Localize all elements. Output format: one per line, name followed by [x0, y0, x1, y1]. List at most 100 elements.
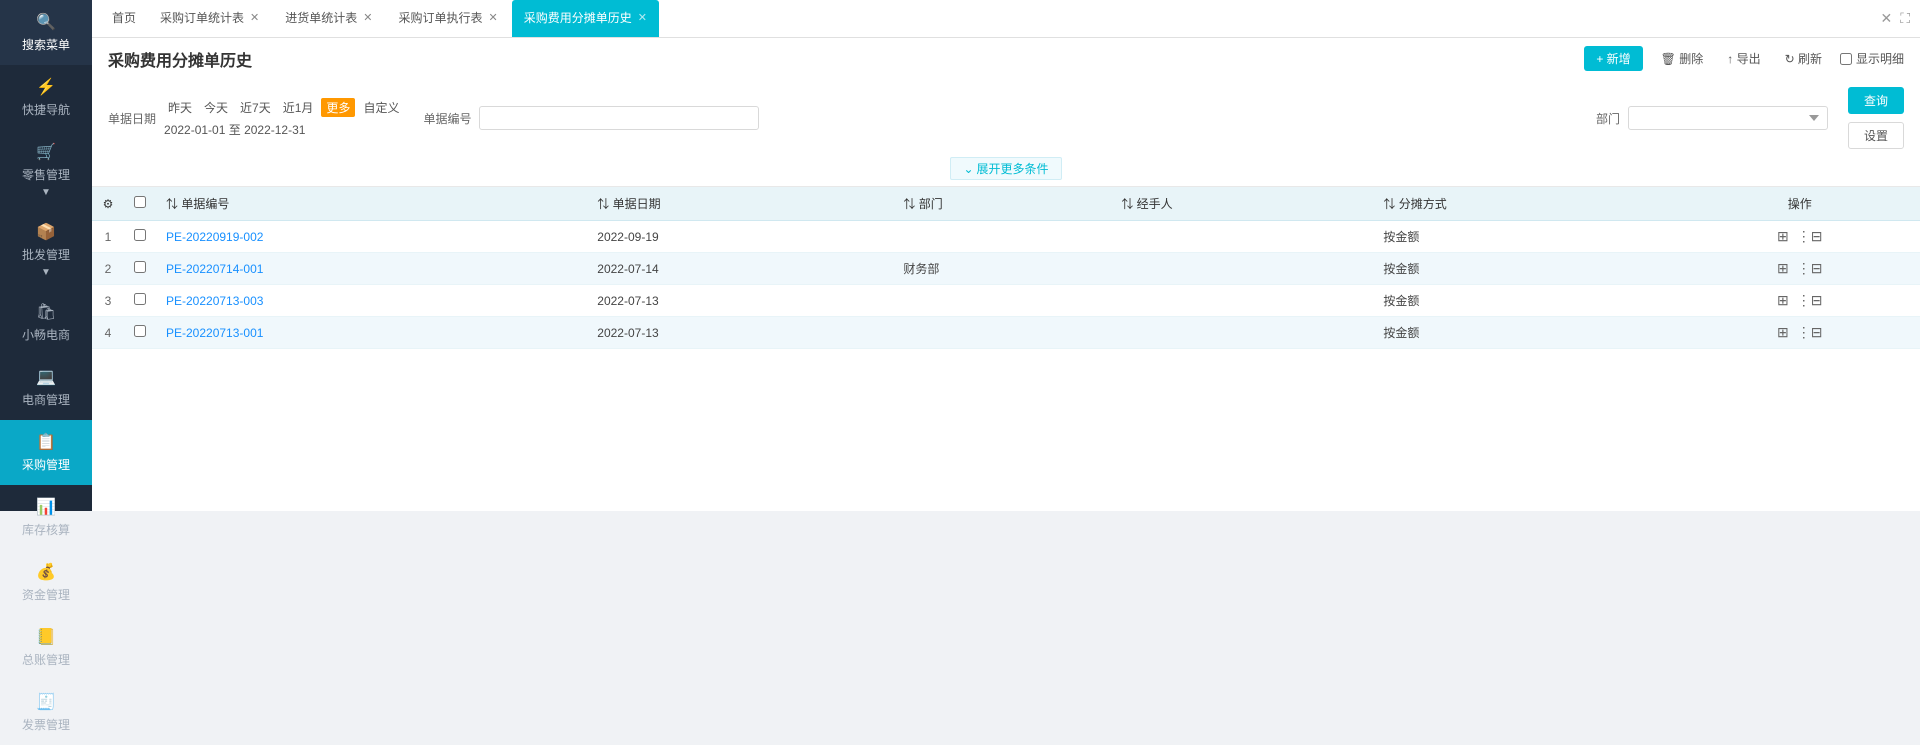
doc-no-link-0[interactable]: PE-20220919-002: [166, 230, 263, 244]
edit-icon-3[interactable]: ⊞: [1777, 324, 1789, 341]
cell-split-method-1: 按金额: [1373, 253, 1679, 285]
data-table: ⚙ ⇅ 单据编号 ⇅ 单据日期 ⇅ 部门: [92, 187, 1920, 349]
tab-purchase-order-exec[interactable]: 采购订单执行表 ✕: [386, 0, 509, 37]
tab-home[interactable]: 首页: [102, 0, 146, 37]
cell-doc-date-3: 2022-07-13: [587, 317, 893, 349]
doc-no-link-3[interactable]: PE-20220713-001: [166, 326, 263, 340]
sidebar-item-search[interactable]: 🔍搜索菜单: [0, 0, 92, 65]
col-settings[interactable]: ⚙: [92, 187, 124, 221]
cell-handler-2: [1111, 285, 1373, 317]
page-header: 采购费用分摊单历史 + 新增 🗑 删除 ↑ 导出 ↻ 刷新 显示明细: [92, 38, 1920, 187]
mini-shop-icon: 🛍: [36, 302, 56, 322]
table-row: 4 PE-20220713-001 2022-07-13 按金额 ⊞ ⋮⊟: [92, 317, 1920, 349]
edit-icon-2[interactable]: ⊞: [1777, 292, 1789, 309]
edit-icon-0[interactable]: ⊞: [1777, 228, 1789, 245]
query-button[interactable]: 查询: [1848, 87, 1904, 114]
expand-more-button[interactable]: ⌄ 展开更多条件: [950, 157, 1061, 180]
more-icon-3[interactable]: ⋮⊟: [1797, 324, 1823, 341]
sidebar-label-wholesale: 批发管理: [22, 246, 70, 263]
edit-icon-1[interactable]: ⊞: [1777, 260, 1789, 277]
row-check-1[interactable]: [124, 253, 156, 285]
invoice-icon: 🧾: [36, 692, 56, 712]
sidebar-item-finance[interactable]: 💰 资金管理: [0, 550, 92, 615]
sidebar-label-ledger: 总账管理: [22, 651, 70, 668]
sidebar: 🔍搜索菜单⚡快捷导航🛒零售管理▼📦批发管理▼🛍小畅电商💻电商管理📋采购管理📊库存…: [0, 0, 92, 511]
page-title: 采购费用分摊单历史: [108, 47, 252, 71]
wholesale-icon: 📦: [36, 222, 56, 242]
export-button[interactable]: ↑ 导出: [1721, 47, 1766, 70]
sidebar-item-quick-nav[interactable]: ⚡快捷导航: [0, 65, 92, 130]
sidebar-item-ledger[interactable]: 📒 总账管理: [0, 615, 92, 680]
sidebar-item-wholesale[interactable]: 📦 批发管理 ▼: [0, 210, 92, 290]
doc-no-link-2[interactable]: PE-20220713-003: [166, 294, 263, 308]
close-tab-purchase-order-exec[interactable]: ✕: [489, 11, 498, 24]
close-tab-purchase-order-stat[interactable]: ✕: [250, 11, 259, 24]
row-check-2[interactable]: [124, 285, 156, 317]
table-row: 2 PE-20220714-001 2022-07-14 财务部 按金额 ⊞ ⋮…: [92, 253, 1920, 285]
col-doc-date: ⇅ 单据日期: [587, 187, 893, 221]
dept-label: 部门: [1596, 110, 1620, 127]
more-icon-1[interactable]: ⋮⊟: [1797, 260, 1823, 277]
show-detail-checkbox[interactable]: 显示明细: [1840, 50, 1904, 67]
col-dept: ⇅ 部门: [893, 187, 1111, 221]
doc-no-link-1[interactable]: PE-20220714-001: [166, 262, 263, 276]
filter-settings-button[interactable]: 设置: [1848, 122, 1904, 149]
main-content: 首页 采购订单统计表 ✕ 进货单统计表 ✕ 采购订单执行表 ✕ 采购费用分摊单历…: [92, 0, 1920, 511]
doc-no-filter-group: 单据编号: [423, 106, 759, 130]
tab-bar-right: ✕ ⛶: [1880, 10, 1910, 27]
row-check-0[interactable]: [124, 221, 156, 253]
table-row: 3 PE-20220713-003 2022-07-13 按金额 ⊞ ⋮⊟: [92, 285, 1920, 317]
sidebar-label-ecommerce: 电商管理: [22, 391, 70, 408]
finance-icon: 💰: [36, 562, 56, 582]
cell-doc-no-3: PE-20220713-001: [156, 317, 587, 349]
shortcut-today[interactable]: 今天: [200, 98, 232, 117]
expand-icon: ⌄: [963, 162, 973, 176]
sidebar-item-purchase[interactable]: 📋采购管理: [0, 420, 92, 485]
col-split-method: ⇅ 分摊方式: [1373, 187, 1679, 221]
shortcut-yesterday[interactable]: 昨天: [164, 98, 196, 117]
sidebar-label-finance: 资金管理: [22, 586, 70, 603]
col-handler: ⇅ 经手人: [1111, 187, 1373, 221]
sidebar-item-ecommerce[interactable]: 💻 电商管理: [0, 355, 92, 420]
close-tab-purchase-fee-split[interactable]: ✕: [638, 11, 647, 24]
cell-action-3: ⊞ ⋮⊟: [1679, 317, 1920, 349]
shortcut-7days[interactable]: 近7天: [236, 98, 275, 117]
add-button[interactable]: + 新增: [1584, 46, 1642, 71]
close-tab-goods-in-stat[interactable]: ✕: [363, 11, 372, 24]
filter-area: 单据日期 昨天 今天 近7天 近1月 更多 自定义 2022-01-01 至 2…: [108, 81, 1904, 186]
query-buttons: 查询 设置: [1848, 87, 1904, 149]
tab-goods-in-stat[interactable]: 进货单统计表 ✕: [273, 0, 384, 37]
cell-action-0: ⊞ ⋮⊟: [1679, 221, 1920, 253]
more-icon-0[interactable]: ⋮⊟: [1797, 228, 1823, 245]
sidebar-item-retail[interactable]: 🛒零售管理▼: [0, 130, 92, 210]
maximize-icon[interactable]: ⛶: [1900, 10, 1910, 27]
select-all-checkbox[interactable]: [134, 196, 146, 208]
sidebar-item-mini-shop[interactable]: 🛍小畅电商: [0, 290, 92, 355]
doc-no-label: 单据编号: [423, 110, 471, 127]
shortcut-more[interactable]: 更多: [321, 98, 355, 117]
arrow-icon: ▼: [41, 267, 51, 278]
delete-button[interactable]: 🗑 删除: [1655, 47, 1710, 70]
sidebar-item-inventory[interactable]: 📊库存核算: [0, 485, 92, 550]
refresh-button[interactable]: ↻ 刷新: [1779, 47, 1828, 70]
tab-purchase-fee-split[interactable]: 采购费用分摊单历史 ✕: [512, 0, 659, 37]
cell-handler-3: [1111, 317, 1373, 349]
shortcut-custom[interactable]: 自定义: [359, 98, 403, 117]
ecommerce-icon: 💻: [36, 367, 56, 387]
table-row: 1 PE-20220919-002 2022-09-19 按金额 ⊞ ⋮⊟: [92, 221, 1920, 253]
sidebar-item-invoice[interactable]: 🧾发票管理: [0, 680, 92, 745]
tab-purchase-order-stat[interactable]: 采购订单统计表 ✕: [148, 0, 271, 37]
more-icon-2[interactable]: ⋮⊟: [1797, 292, 1823, 309]
ledger-icon: 📒: [36, 627, 56, 647]
row-expand-1: 2: [92, 253, 124, 285]
cell-doc-no-2: PE-20220713-003: [156, 285, 587, 317]
row-check-3[interactable]: [124, 317, 156, 349]
dept-select[interactable]: 财务部: [1628, 106, 1828, 130]
doc-no-input[interactable]: [479, 106, 759, 130]
sidebar-label-quick-nav: 快捷导航: [22, 101, 70, 118]
close-all-tabs[interactable]: ✕: [1880, 10, 1892, 27]
row-expand-2: 3: [92, 285, 124, 317]
row-expand-3: 4: [92, 317, 124, 349]
cell-action-1: ⊞ ⋮⊟: [1679, 253, 1920, 285]
shortcut-1month[interactable]: 近1月: [279, 98, 318, 117]
